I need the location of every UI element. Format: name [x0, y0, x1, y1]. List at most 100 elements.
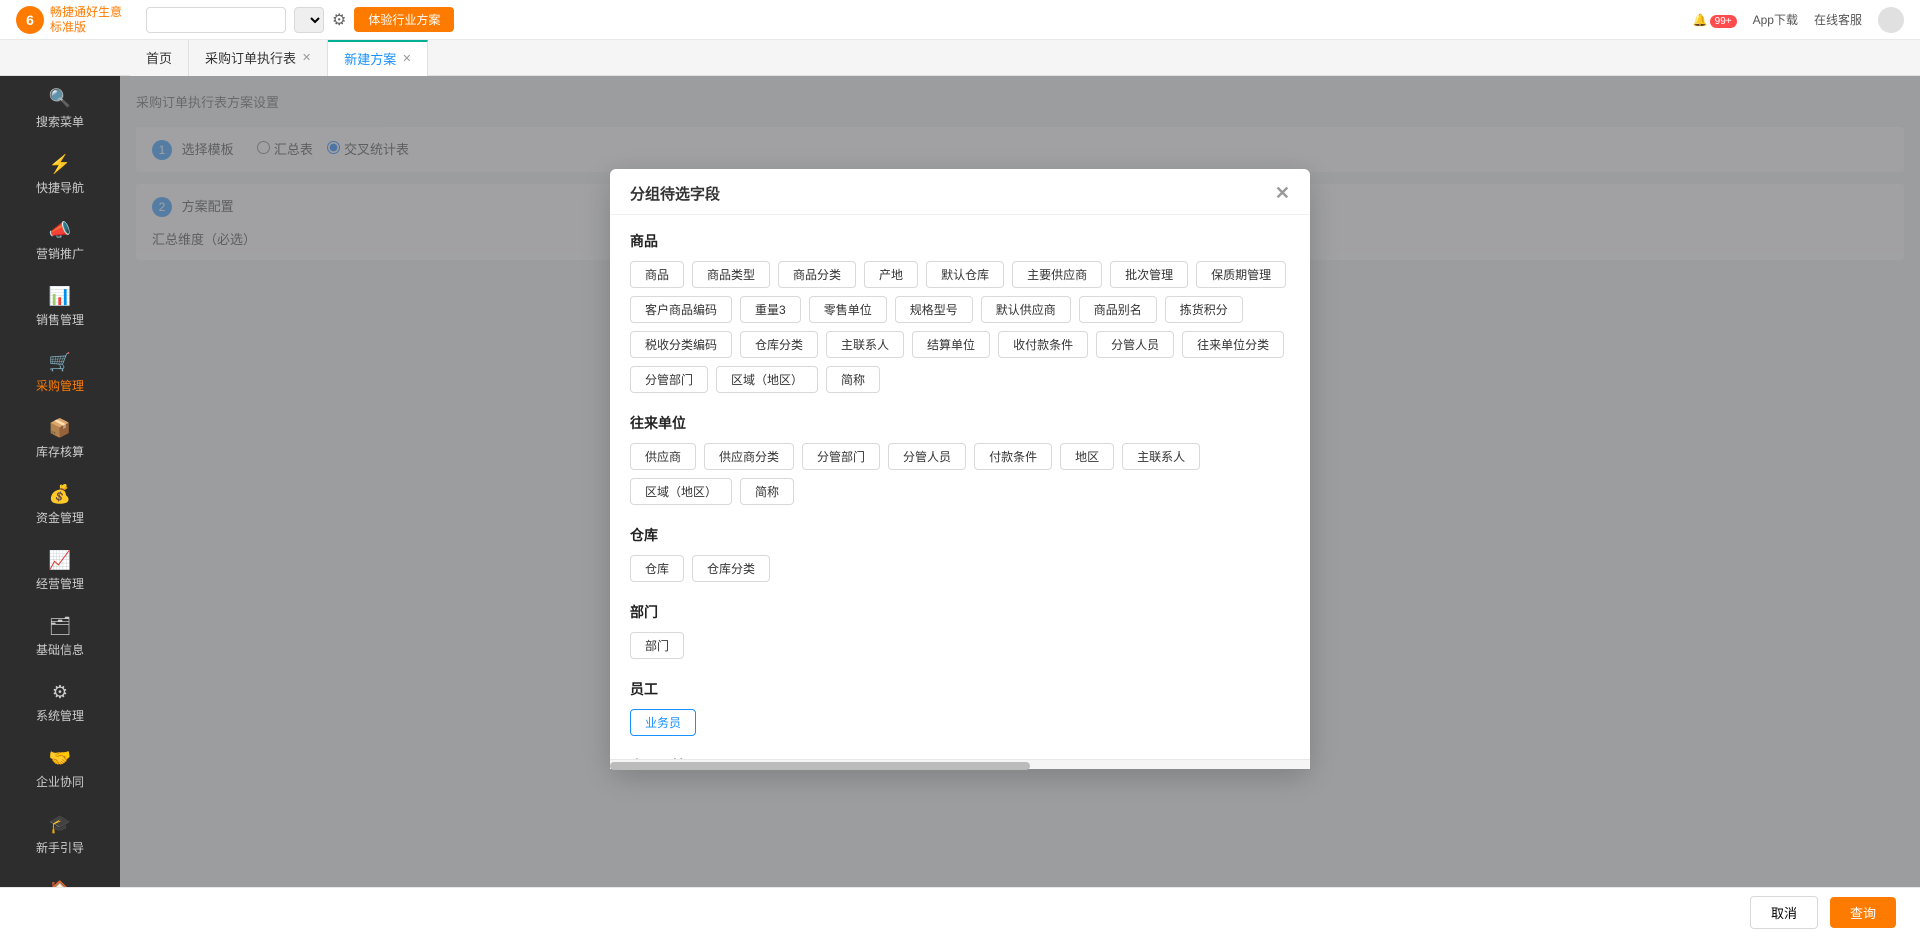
field-tag[interactable]: 地区 — [1060, 443, 1114, 470]
field-tag[interactable]: 分管部门 — [630, 366, 708, 393]
tab-new-plan-label: 新建方案 — [344, 49, 396, 68]
header-dropdown[interactable] — [294, 7, 324, 33]
sidebar-item-search[interactable]: 🔍 搜索菜单 — [0, 76, 120, 142]
field-tag[interactable]: 供应商分类 — [704, 443, 794, 470]
field-tag[interactable]: 主联系人 — [1122, 443, 1200, 470]
header-search: ⚙ 体验行业方案 — [146, 7, 454, 33]
field-tag[interactable]: 简称 — [740, 478, 794, 505]
field-tag[interactable]: 客户商品编码 — [630, 296, 732, 323]
field-tag[interactable]: 商品别名 — [1079, 296, 1157, 323]
bottom-bar: 取消 查询 — [0, 887, 1920, 937]
field-tag[interactable]: 供应商 — [630, 443, 696, 470]
sidebar-item-sales-label: 销售管理 — [36, 311, 84, 328]
field-tag[interactable]: 区域（地区） — [630, 478, 732, 505]
field-tag[interactable]: 主联系人 — [826, 331, 904, 358]
field-tag[interactable]: 规格型号 — [895, 296, 973, 323]
section-employee-title: 员工 — [630, 679, 1290, 699]
marketing-icon: 📣 — [49, 220, 71, 241]
tab-purchase-exec-label: 采购订单执行表 — [205, 48, 296, 67]
section-warehouse: 仓库 仓库 仓库分类 — [630, 525, 1290, 582]
field-select-modal: 分组待选字段 ✕ 商品 商品 商品类型 商品分类 产地 默认仓库 主要供应商 批… — [610, 169, 1310, 769]
field-tag[interactable]: 分管部门 — [802, 443, 880, 470]
sidebar-item-quick-nav[interactable]: ⚡ 快捷导航 — [0, 142, 120, 208]
collab-icon: 🤝 — [49, 748, 71, 769]
field-tag[interactable]: 业务员 — [630, 709, 696, 736]
field-tag[interactable]: 批次管理 — [1110, 261, 1188, 288]
modal-hscroll-thumb — [610, 762, 1030, 770]
field-tag[interactable]: 产地 — [864, 261, 918, 288]
online-service-link[interactable]: 在线客服 — [1814, 11, 1862, 28]
section-partner-title: 往来单位 — [630, 413, 1290, 433]
inventory-icon: 📦 — [49, 418, 71, 439]
tab-home[interactable]: 首页 — [130, 40, 189, 76]
field-tag[interactable]: 拣货积分 — [1165, 296, 1243, 323]
field-tag[interactable]: 默认仓库 — [926, 261, 1004, 288]
cancel-button[interactable]: 取消 — [1750, 896, 1818, 929]
app-download-link[interactable]: App下载 — [1753, 11, 1798, 28]
sidebar-item-system-label: 系统管理 — [36, 707, 84, 724]
settings-icon[interactable]: ⚙ — [332, 10, 346, 30]
confirm-button[interactable]: 查询 — [1830, 897, 1896, 928]
tab-new-plan[interactable]: 新建方案 ✕ — [328, 40, 428, 76]
field-tag[interactable]: 税收分类编码 — [630, 331, 732, 358]
field-tag[interactable]: 收付款条件 — [998, 331, 1088, 358]
modal-hscroll[interactable] — [610, 759, 1310, 769]
basics-icon: 🗂 — [49, 616, 72, 637]
modal-header: 分组待选字段 ✕ — [610, 169, 1310, 215]
section-department-tags: 部门 — [630, 632, 1290, 659]
section-partner: 往来单位 供应商 供应商分类 分管部门 分管人员 付款条件 地区 主联系人 区域… — [630, 413, 1290, 505]
section-product-tags: 商品 商品类型 商品分类 产地 默认仓库 主要供应商 批次管理 保质期管理 客户… — [630, 261, 1290, 393]
section-department: 部门 部门 — [630, 602, 1290, 659]
modal-close-btn[interactable]: ✕ — [1275, 183, 1290, 204]
sidebar-item-operations-label: 经营管理 — [36, 575, 84, 592]
experience-btn[interactable]: 体验行业方案 — [354, 7, 454, 32]
tab-home-label: 首页 — [146, 48, 172, 67]
search-icon: 🔍 — [49, 88, 71, 109]
field-tag[interactable]: 仓库分类 — [740, 331, 818, 358]
field-tag[interactable]: 区域（地区） — [716, 366, 818, 393]
field-tag[interactable]: 分管人员 — [888, 443, 966, 470]
section-product-title: 商品 — [630, 231, 1290, 251]
operations-icon: 📈 — [49, 550, 71, 571]
field-tag[interactable]: 零售单位 — [809, 296, 887, 323]
sidebar-item-purchase[interactable]: 🛒 采购管理 — [0, 340, 120, 406]
logo-icon: 6 — [16, 6, 44, 34]
field-tag[interactable]: 付款条件 — [974, 443, 1052, 470]
section-product: 商品 商品 商品类型 商品分类 产地 默认仓库 主要供应商 批次管理 保质期管理… — [630, 231, 1290, 393]
sidebar-item-inventory[interactable]: 📦 库存核算 — [0, 406, 120, 472]
field-tag[interactable]: 商品类型 — [692, 261, 770, 288]
field-tag[interactable]: 往来单位分类 — [1182, 331, 1284, 358]
field-tag[interactable]: 仓库 — [630, 555, 684, 582]
field-tag[interactable]: 分管人员 — [1096, 331, 1174, 358]
sidebar-item-sales[interactable]: 📊 销售管理 — [0, 274, 120, 340]
field-tag[interactable]: 商品 — [630, 261, 684, 288]
field-tag[interactable]: 仓库分类 — [692, 555, 770, 582]
sidebar: 🔍 搜索菜单 ⚡ 快捷导航 📣 营销推广 📊 销售管理 🛒 采购管理 📦 库存核… — [0, 76, 120, 937]
field-tag[interactable]: 重量3 — [740, 296, 801, 323]
field-tag[interactable]: 简称 — [826, 366, 880, 393]
tab-new-plan-close[interactable]: ✕ — [402, 52, 411, 65]
sidebar-item-operations[interactable]: 📈 经营管理 — [0, 538, 120, 604]
user-avatar[interactable] — [1878, 7, 1904, 33]
tab-purchase-exec-close[interactable]: ✕ — [302, 51, 311, 64]
field-tag[interactable]: 商品分类 — [778, 261, 856, 288]
field-tag[interactable]: 结算单位 — [912, 331, 990, 358]
sidebar-item-inventory-label: 库存核算 — [36, 443, 84, 460]
field-tag[interactable]: 主要供应商 — [1012, 261, 1102, 288]
notification-area[interactable]: 🔔99+ — [1693, 13, 1737, 27]
modal-title: 分组待选字段 — [630, 183, 720, 204]
sidebar-item-basics[interactable]: 🗂 基础信息 — [0, 604, 120, 670]
search-input[interactable] — [146, 7, 286, 33]
sidebar-item-marketing-label: 营销推广 — [36, 245, 84, 262]
sidebar-item-collab[interactable]: 🤝 企业协同 — [0, 736, 120, 802]
sidebar-item-marketing[interactable]: 📣 营销推广 — [0, 208, 120, 274]
field-tag[interactable]: 部门 — [630, 632, 684, 659]
sidebar-item-guide[interactable]: 🎓 新手引导 — [0, 802, 120, 868]
tab-purchase-exec[interactable]: 采购订单执行表 ✕ — [189, 40, 328, 76]
field-tag[interactable]: 保质期管理 — [1196, 261, 1286, 288]
sidebar-item-finance[interactable]: 💰 资金管理 — [0, 472, 120, 538]
field-tag[interactable]: 默认供应商 — [981, 296, 1071, 323]
section-warehouse-tags: 仓库 仓库分类 — [630, 555, 1290, 582]
tab-bar: 首页 采购订单执行表 ✕ 新建方案 ✕ — [0, 40, 1920, 76]
sidebar-item-system[interactable]: ⚙ 系统管理 — [0, 670, 120, 736]
